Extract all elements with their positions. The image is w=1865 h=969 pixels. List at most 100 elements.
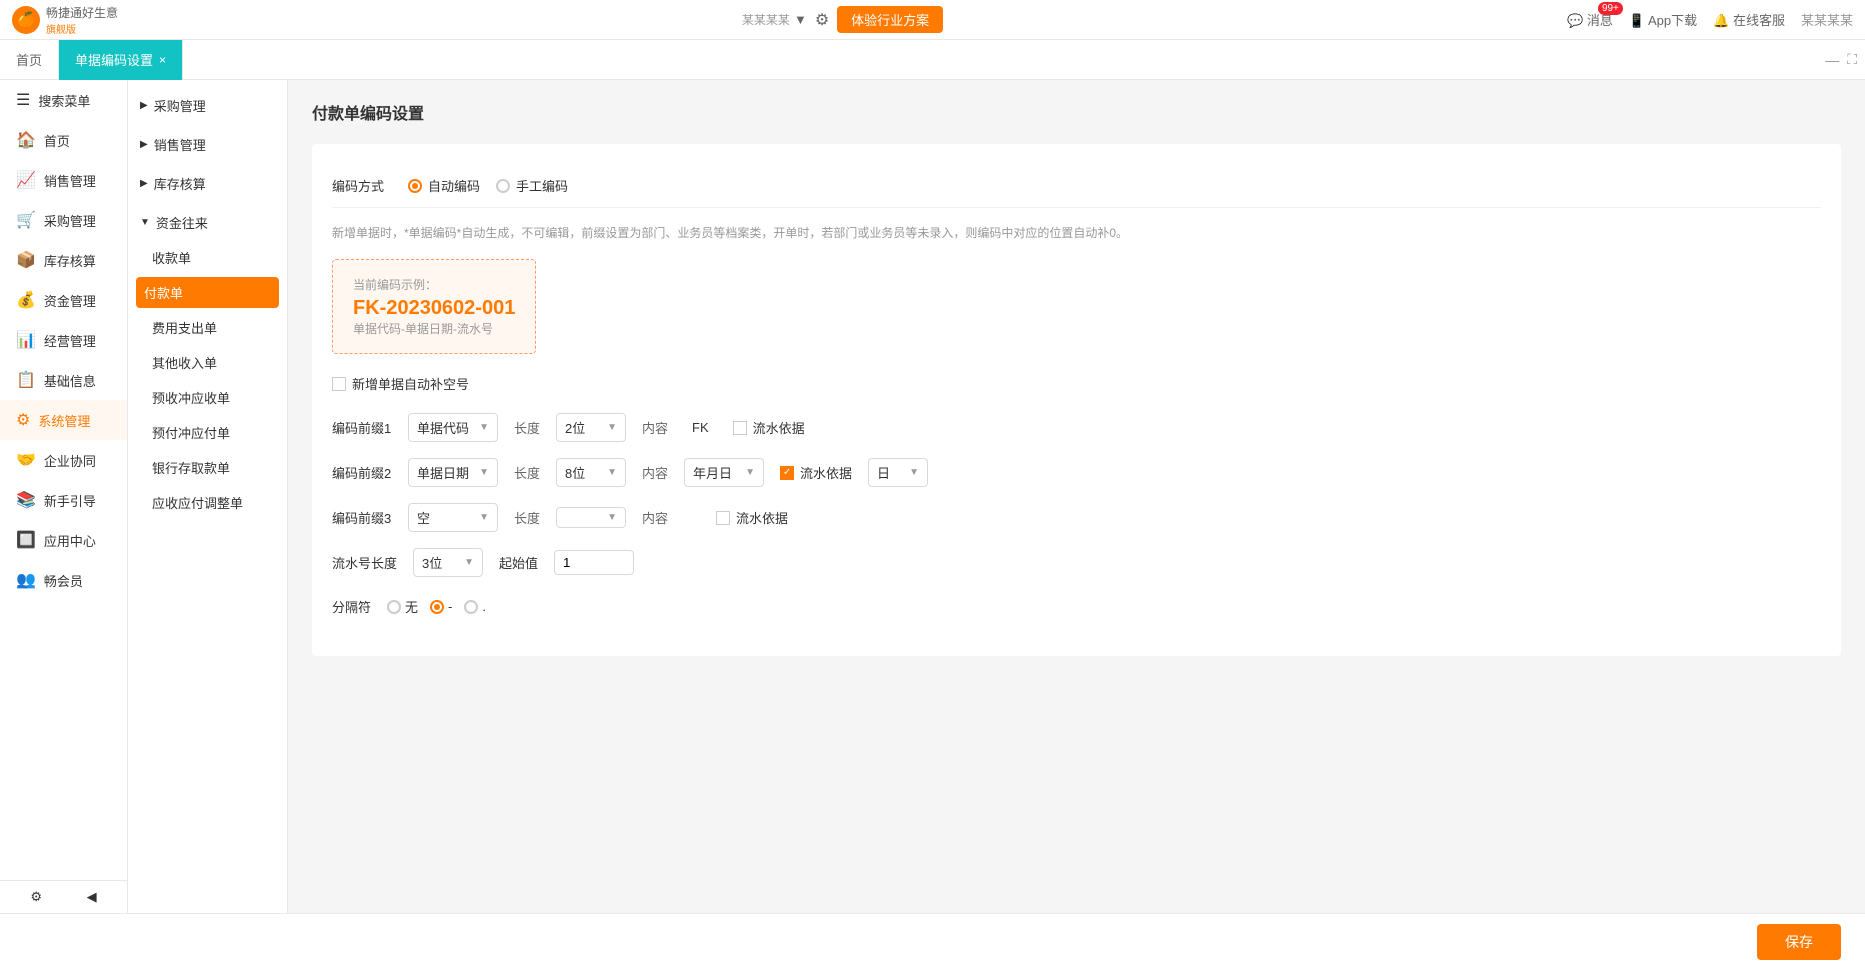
sec-group-inventory-header[interactable]: ▶ 库存核算 (128, 166, 287, 201)
prefix3-label: 编码前缀3 (332, 508, 392, 527)
sidebar-collapse-icon[interactable]: ◀ (87, 889, 97, 905)
sep-none-radio[interactable] (387, 600, 401, 614)
sec-group-purchase-header[interactable]: ▶ 采购管理 (128, 88, 287, 123)
sidebar-item-search[interactable]: ☰ 搜索菜单 (0, 80, 127, 120)
sidebar-item-sales[interactable]: 📈 销售管理 (0, 160, 127, 200)
topbar-dropdown[interactable]: 某某某某 ▼ (742, 11, 807, 28)
sidebar-item-purchase[interactable]: 🛒 采购管理 (0, 200, 127, 240)
prefix3-select-arrow: ▼ (479, 512, 489, 523)
prefix2-row: 编码前缀2 单据日期 ▼ 长度 8位 ▼ 内容 年月日 ▼ ✓ 流水依据 (332, 458, 1821, 487)
trial-button[interactable]: 体验行业方案 (837, 6, 943, 33)
sidebar-item-finance[interactable]: 💰 资金管理 (0, 280, 127, 320)
sec-item-expense[interactable]: 费用支出单 (128, 310, 287, 345)
sep-dot-option[interactable]: . (464, 599, 486, 614)
logo: 🍊 畅捷通好生意 旗舰版 (12, 4, 118, 36)
prefix1-select-arrow: ▼ (479, 422, 489, 433)
auto-encode-radio[interactable] (408, 179, 422, 193)
sep-dot-radio[interactable] (464, 600, 478, 614)
online-service-button[interactable]: 🔔 在线客服 (1713, 10, 1785, 29)
prefix3-waterflow-label: 流水依据 (736, 508, 788, 527)
settings-icon[interactable]: ⚙ (815, 10, 829, 30)
sec-item-other-income[interactable]: 其他收入单 (128, 345, 287, 380)
search-menu-icon: ☰ (16, 90, 30, 110)
sidebar-item-system[interactable]: ⚙ 系统管理 (0, 400, 127, 440)
finance-icon: 💰 (16, 290, 36, 310)
sec-item-receipt[interactable]: 收款单 (128, 240, 287, 275)
prefix3-content-label: 内容 (642, 508, 668, 527)
sidebar-item-operations[interactable]: 📊 经营管理 (0, 320, 127, 360)
dropdown-text: 某某某某 (742, 11, 790, 28)
sidebar-item-enterprise[interactable]: 🤝 企业协同 (0, 440, 127, 480)
tab-close-icon[interactable]: × (159, 53, 166, 67)
prefix3-waterflow-checkbox[interactable] (716, 511, 730, 525)
sidebar-item-apps[interactable]: 🔲 应用中心 (0, 520, 127, 560)
prefix2-period-arrow: ▼ (909, 467, 919, 478)
sidebar-settings-icon[interactable]: ⚙ (30, 889, 42, 905)
prefix2-content-select[interactable]: 年月日 ▼ (684, 458, 764, 487)
purchase-icon: 🛒 (16, 210, 36, 230)
prefix1-content-label: 内容 (642, 418, 668, 437)
preview-label: 当前编码示例： (353, 276, 515, 293)
sales-icon: 📈 (16, 170, 36, 190)
sec-group-capital-header[interactable]: ▼ 资金往来 (128, 205, 287, 240)
prefix3-length-select[interactable]: ▼ (556, 507, 626, 528)
sep-dash-option[interactable]: - (430, 599, 452, 614)
inventory-group-arrow-icon: ▶ (140, 178, 148, 189)
prefix2-select[interactable]: 单据日期 ▼ (408, 458, 498, 487)
logo-text: 畅捷通好生意 旗舰版 (46, 4, 118, 36)
serial-start-input[interactable] (554, 550, 634, 575)
manual-encode-option[interactable]: 手工编码 (496, 176, 568, 195)
sec-item-bank-deposit[interactable]: 银行存取款单 (128, 450, 287, 485)
auto-fill-row: 新增单据自动补空号 (332, 374, 1821, 393)
sep-dash-radio[interactable] (430, 600, 444, 614)
prefix2-select-arrow: ▼ (479, 467, 489, 478)
separator-options: 无 - . (387, 597, 486, 616)
sec-group-sales: ▶ 销售管理 (128, 127, 287, 162)
sec-item-receivable-adj[interactable]: 应收应付调整单 (128, 485, 287, 520)
prefix3-select[interactable]: 空 ▼ (408, 503, 498, 532)
operations-icon: 📊 (16, 330, 36, 350)
sec-group-capital: ▼ 资金往来 收款单 付款单 费用支出单 其他收入单 预收冲应收单 预付冲应付单… (128, 205, 287, 520)
sidebar-item-inventory[interactable]: 📦 库存核算 (0, 240, 127, 280)
prefix1-waterflow-checkbox[interactable] (733, 421, 747, 435)
message-icon: 💬 (1567, 13, 1583, 28)
enterprise-icon: 🤝 (16, 450, 36, 470)
prefix1-select[interactable]: 单据代码 ▼ (408, 413, 498, 442)
sec-group-sales-header[interactable]: ▶ 销售管理 (128, 127, 287, 162)
manual-encode-radio[interactable] (496, 179, 510, 193)
app-icon: 📱 (1629, 13, 1645, 28)
prefix2-length-select[interactable]: 8位 ▼ (556, 458, 626, 487)
inventory-icon: 📦 (16, 250, 36, 270)
sidebar-item-basic[interactable]: 📋 基础信息 (0, 360, 127, 400)
auto-fill-checkbox[interactable] (332, 377, 346, 391)
auto-encode-option[interactable]: 自动编码 (408, 176, 480, 195)
tab-encode-settings[interactable]: 单据编码设置 × (59, 40, 183, 80)
sidebar-item-member[interactable]: 👥 畅会员 (0, 560, 127, 600)
auto-fill-label: 新增单据自动补空号 (352, 374, 469, 393)
system-icon: ⚙ (16, 410, 30, 430)
sales-group-arrow-icon: ▶ (140, 139, 148, 150)
sidebar-item-guide[interactable]: 📚 新手引导 (0, 480, 127, 520)
prefix2-waterflow-checkbox[interactable]: ✓ (780, 466, 794, 480)
app-download-button[interactable]: 📱 App下载 (1629, 10, 1697, 29)
serial-length-select[interactable]: 3位 ▼ (413, 548, 483, 577)
prefix2-period-select[interactable]: 日 ▼ (868, 458, 928, 487)
serial-start-label: 起始值 (499, 553, 538, 572)
prefix1-label: 编码前缀1 (332, 418, 392, 437)
preview-code: FK-20230602-001 (353, 297, 515, 320)
main-layout: ☰ 搜索菜单 🏠 首页 📈 销售管理 🛒 采购管理 📦 库存核算 💰 资金管理 … (0, 80, 1865, 913)
sidebar-item-home[interactable]: 🏠 首页 (0, 120, 127, 160)
save-button[interactable]: 保存 (1757, 924, 1841, 960)
settings-card: 编码方式 自动编码 手工编码 新增单据时，*单据编码*自动生成，不可编辑，前缀设… (312, 144, 1841, 656)
fullscreen-icon[interactable]: ⛶ (1847, 51, 1857, 68)
sec-item-prepay-receivable[interactable]: 预收冲应收单 (128, 380, 287, 415)
tab-home[interactable]: 首页 (0, 40, 59, 80)
apps-icon: 🔲 (16, 530, 36, 550)
messages-button[interactable]: 💬 消息 99+ (1567, 10, 1613, 29)
sec-item-payment[interactable]: 付款单 (136, 277, 279, 308)
prefix1-length-select[interactable]: 2位 ▼ (556, 413, 626, 442)
sep-none-option[interactable]: 无 (387, 597, 418, 616)
minimize-icon[interactable]: — (1825, 52, 1839, 68)
user-info[interactable]: 某某某某 (1801, 10, 1853, 29)
sec-item-prepay-payable[interactable]: 预付冲应付单 (128, 415, 287, 450)
